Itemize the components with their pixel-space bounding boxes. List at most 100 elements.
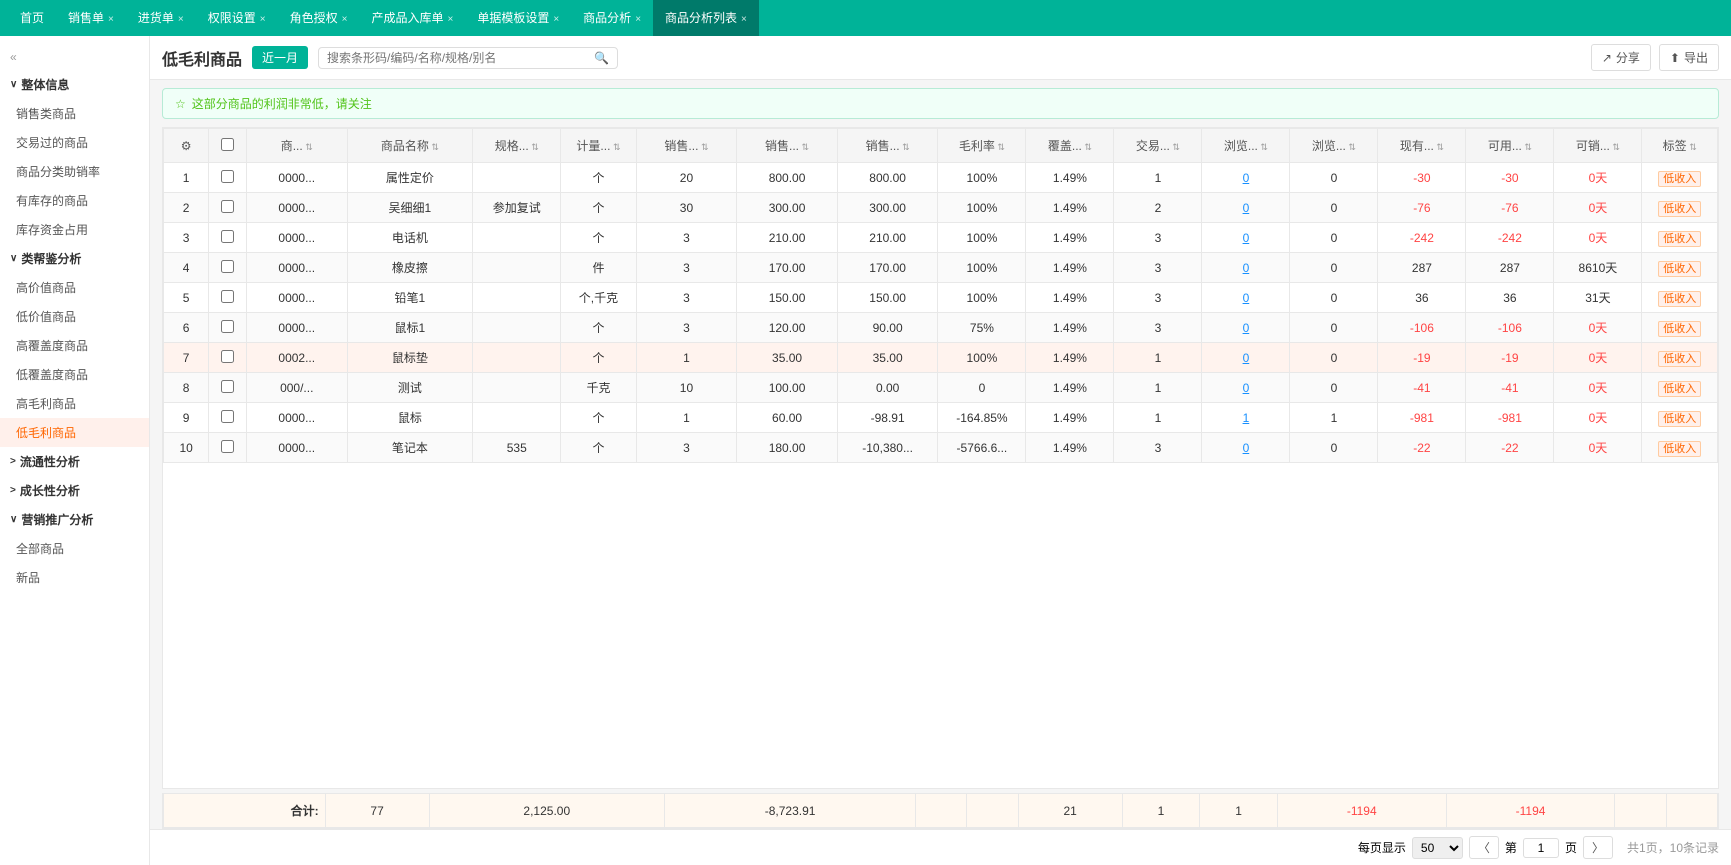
row-check[interactable]: [209, 433, 247, 463]
browse1-link[interactable]: 0: [1243, 291, 1250, 305]
search-input[interactable]: [327, 51, 594, 65]
row-browse1[interactable]: 0: [1202, 163, 1290, 193]
sidebar-section-类帮鉴分析[interactable]: ∨类帮鉴分析: [0, 244, 149, 273]
row-browse1[interactable]: 0: [1202, 223, 1290, 253]
row-check[interactable]: [209, 343, 247, 373]
row-browse1[interactable]: 1: [1202, 403, 1290, 433]
nav-close-icon[interactable]: ×: [553, 14, 559, 25]
sidebar-item-商品分类助销率[interactable]: 商品分类助销率: [0, 157, 149, 186]
row-checkbox[interactable]: [221, 410, 234, 423]
sidebar-item-低价值商品[interactable]: 低价值商品: [0, 302, 149, 331]
browse1-link[interactable]: 1: [1243, 411, 1250, 425]
browse1-link[interactable]: 0: [1243, 441, 1250, 455]
col-header-12[interactable]: 浏览...: [1202, 129, 1290, 163]
row-check[interactable]: [209, 283, 247, 313]
row-browse1[interactable]: 0: [1202, 253, 1290, 283]
col-header-6[interactable]: 销售...: [636, 129, 737, 163]
row-checkbox[interactable]: [221, 200, 234, 213]
browse1-link[interactable]: 0: [1243, 381, 1250, 395]
col-header-9[interactable]: 毛利率: [938, 129, 1026, 163]
nav-close-icon[interactable]: ×: [447, 14, 453, 25]
col-header-10[interactable]: 覆盖...: [1026, 129, 1114, 163]
row-checkbox[interactable]: [221, 440, 234, 453]
row-checkbox[interactable]: [221, 320, 234, 333]
row-check[interactable]: [209, 313, 247, 343]
sidebar-item-全部商品[interactable]: 全部商品: [0, 534, 149, 563]
browse1-link[interactable]: 0: [1243, 351, 1250, 365]
row-browse1[interactable]: 0: [1202, 283, 1290, 313]
page-size-select[interactable]: 50 100 200: [1412, 837, 1463, 859]
row-check[interactable]: [209, 403, 247, 433]
nav-close-icon[interactable]: ×: [108, 14, 114, 25]
sidebar-collapse-btn[interactable]: «: [0, 44, 149, 70]
browse1-link[interactable]: 0: [1243, 201, 1250, 215]
browse1-link[interactable]: 0: [1243, 321, 1250, 335]
nav-item-商品分析[interactable]: 商品分析×: [571, 0, 653, 36]
next-page-btn[interactable]: 〉: [1583, 836, 1613, 859]
col-header-14[interactable]: 现有...: [1378, 129, 1466, 163]
row-check[interactable]: [209, 223, 247, 253]
nav-close-icon[interactable]: ×: [635, 14, 641, 25]
row-check[interactable]: [209, 253, 247, 283]
sidebar-item-高价值商品[interactable]: 高价值商品: [0, 273, 149, 302]
nav-item-首页[interactable]: 首页: [8, 0, 56, 36]
browse1-link[interactable]: 0: [1243, 261, 1250, 275]
row-browse1[interactable]: 0: [1202, 313, 1290, 343]
browse1-link[interactable]: 0: [1243, 171, 1250, 185]
nav-close-icon[interactable]: ×: [741, 14, 747, 25]
col-header-5[interactable]: 计量...: [561, 129, 636, 163]
sidebar-item-高毛利商品[interactable]: 高毛利商品: [0, 389, 149, 418]
prev-page-btn[interactable]: 〈: [1469, 836, 1499, 859]
nav-item-单据模板设置[interactable]: 单据模板设置×: [465, 0, 571, 36]
row-checkbox[interactable]: [221, 170, 234, 183]
row-checkbox[interactable]: [221, 350, 234, 363]
sidebar-item-有库存的商品[interactable]: 有库存的商品: [0, 186, 149, 215]
col-header-3[interactable]: 商品名称: [347, 129, 473, 163]
col-header-2[interactable]: 商...: [246, 129, 347, 163]
row-checkbox[interactable]: [221, 290, 234, 303]
share-btn[interactable]: ↗ 分享: [1591, 44, 1651, 71]
row-check[interactable]: [209, 193, 247, 223]
nav-item-角色授权[interactable]: 角色授权×: [278, 0, 360, 36]
sidebar-item-库存资金占用[interactable]: 库存资金占用: [0, 215, 149, 244]
col-header-11[interactable]: 交易...: [1114, 129, 1202, 163]
row-browse1[interactable]: 0: [1202, 433, 1290, 463]
col-header-13[interactable]: 浏览...: [1290, 129, 1378, 163]
sidebar-section-成长性分析[interactable]: >成长性分析: [0, 476, 149, 505]
nav-close-icon[interactable]: ×: [178, 14, 184, 25]
select-all-checkbox[interactable]: [221, 138, 234, 151]
nav-item-权限设置[interactable]: 权限设置×: [196, 0, 278, 36]
browse1-link[interactable]: 0: [1243, 231, 1250, 245]
sidebar-item-低毛利商品[interactable]: 低毛利商品: [0, 418, 149, 447]
sidebar-item-新品[interactable]: 新品: [0, 563, 149, 592]
row-browse1[interactable]: 0: [1202, 193, 1290, 223]
row-checkbox[interactable]: [221, 260, 234, 273]
nav-close-icon[interactable]: ×: [342, 14, 348, 25]
sidebar-section-流通性分析[interactable]: >流通性分析: [0, 447, 149, 476]
sidebar-section-营销推广分析[interactable]: ∨营销推广分析: [0, 505, 149, 534]
col-header-7[interactable]: 销售...: [737, 129, 838, 163]
row-checkbox[interactable]: [221, 230, 234, 243]
col-header-8[interactable]: 销售...: [837, 129, 938, 163]
row-browse1[interactable]: 0: [1202, 373, 1290, 403]
col-header-4[interactable]: 规格...: [473, 129, 561, 163]
export-btn[interactable]: ⬆ 导出: [1659, 44, 1719, 71]
nav-item-销售单[interactable]: 销售单×: [56, 0, 126, 36]
page-number-input[interactable]: [1523, 838, 1559, 858]
col-header-0[interactable]: ⚙: [164, 129, 209, 163]
nav-close-icon[interactable]: ×: [260, 14, 266, 25]
col-header-17[interactable]: 标签: [1642, 129, 1718, 163]
col-header-15[interactable]: 可用...: [1466, 129, 1554, 163]
sidebar-item-交易过的商品[interactable]: 交易过的商品: [0, 128, 149, 157]
sidebar-item-低覆盖度商品[interactable]: 低覆盖度商品: [0, 360, 149, 389]
col-header-16[interactable]: 可销...: [1554, 129, 1642, 163]
col-header-1[interactable]: [209, 129, 247, 163]
nav-item-商品分析列表[interactable]: 商品分析列表×: [653, 0, 759, 36]
sidebar-item-高覆盖度商品[interactable]: 高覆盖度商品: [0, 331, 149, 360]
nav-item-产成品入库单[interactable]: 产成品入库单×: [359, 0, 465, 36]
row-browse1[interactable]: 0: [1202, 343, 1290, 373]
nav-item-进货单[interactable]: 进货单×: [126, 0, 196, 36]
row-check[interactable]: [209, 373, 247, 403]
settings-icon[interactable]: ⚙: [181, 139, 192, 153]
row-check[interactable]: [209, 163, 247, 193]
